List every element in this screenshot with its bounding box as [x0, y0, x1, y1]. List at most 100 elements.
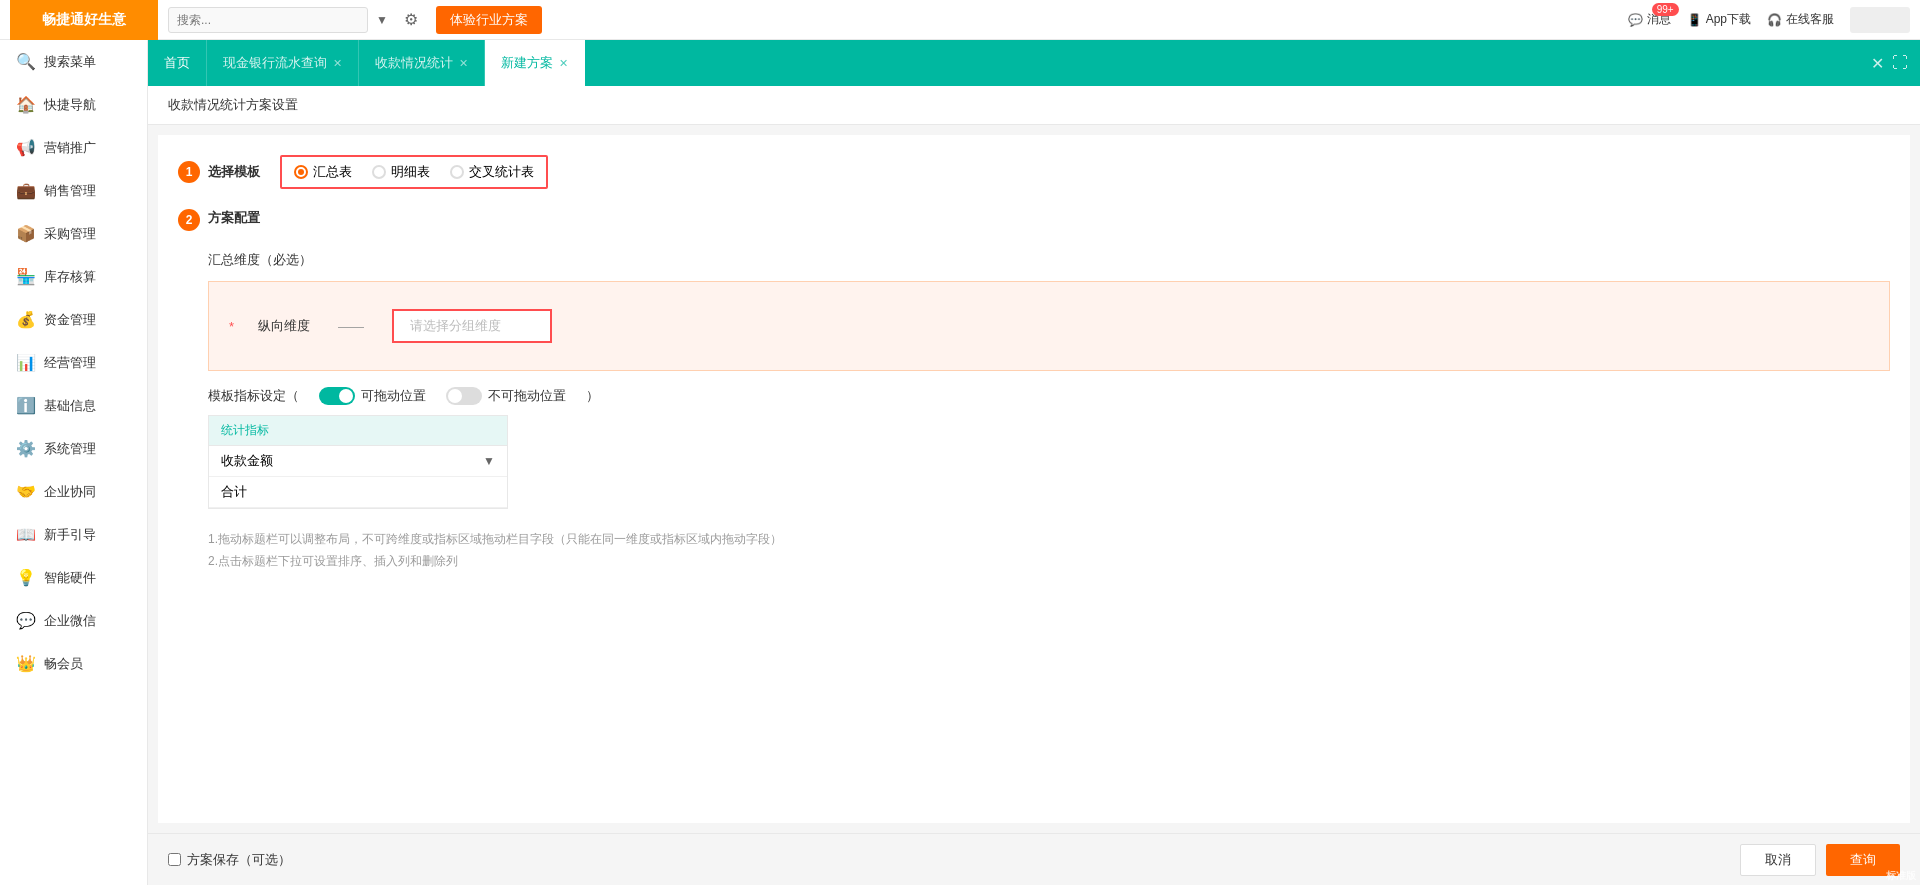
- page-title: 收款情况统计方案设置: [168, 97, 298, 112]
- step2-row: 2 方案配置: [178, 209, 1890, 231]
- tab-close-bank-flow[interactable]: ✕: [333, 57, 342, 70]
- bottom-bar: 方案保存（可选） 取消 查询: [148, 833, 1920, 885]
- step2-content: 汇总维度（必选） * 纵向维度 —— 请选择分组维度 模板指标设定（: [208, 251, 1890, 572]
- save-plan-checkbox-label[interactable]: 方案保存（可选）: [168, 851, 291, 869]
- dimension-section-title: 汇总维度（必选）: [208, 251, 1890, 269]
- sidebar-item-management[interactable]: 📊 经营管理: [0, 341, 147, 384]
- hardware-icon: 💡: [16, 568, 36, 587]
- required-star: *: [229, 319, 234, 334]
- service-item[interactable]: 🎧 在线客服: [1767, 11, 1834, 28]
- marketing-icon: 📢: [16, 138, 36, 157]
- draggable-pill[interactable]: [319, 387, 355, 405]
- tab-close-collection-stats[interactable]: ✕: [459, 57, 468, 70]
- enterprise-icon: 🤝: [16, 482, 36, 501]
- step2-label: 方案配置: [208, 209, 260, 227]
- table-row: 合计: [209, 477, 507, 508]
- sidebar-item-sales[interactable]: 💼 销售管理: [0, 169, 147, 212]
- basic-icon: ℹ️: [16, 396, 36, 415]
- search-icon: 🔍: [16, 52, 36, 71]
- arrow-right-icon: ——: [338, 319, 364, 334]
- industry-btn[interactable]: 体验行业方案: [436, 6, 542, 34]
- cancel-button[interactable]: 取消: [1740, 844, 1816, 876]
- tab-collection-stats[interactable]: 收款情况统计 ✕: [359, 40, 485, 86]
- content-area: 首页 现金银行流水查询 ✕ 收款情况统计 ✕ 新建方案 ✕ ✕ ⛶ 收款情况统计…: [148, 40, 1920, 885]
- search-dropdown-icon[interactable]: ▼: [376, 13, 388, 27]
- message-icon: 💬: [1628, 13, 1643, 27]
- metric-name-0: 收款金额: [221, 452, 483, 470]
- sidebar-item-wechat[interactable]: 💬 企业微信: [0, 599, 147, 642]
- sidebar-item-inventory[interactable]: 🏪 库存核算: [0, 255, 147, 298]
- tips-section: 1.拖动标题栏可以调整布局，不可跨维度或指标区域拖动栏目字段（只能在同一维度或指…: [208, 529, 1890, 572]
- member-icon: 👑: [16, 654, 36, 673]
- vertical-dimension-label: 纵向维度: [258, 317, 310, 335]
- sidebar-item-search[interactable]: 🔍 搜索菜单: [0, 40, 147, 83]
- tab-bank-flow[interactable]: 现金银行流水查询 ✕: [207, 40, 359, 86]
- save-plan-checkbox[interactable]: [168, 853, 181, 866]
- main-layout: 🔍 搜索菜单 🏠 快捷导航 📢 营销推广 💼 销售管理 📦 采购管理 🏪 库存核…: [0, 40, 1920, 885]
- inventory-icon: 🏪: [16, 267, 36, 286]
- tab-bar: 首页 现金银行流水查询 ✕ 收款情况统计 ✕ 新建方案 ✕ ✕ ⛶: [148, 40, 1920, 86]
- sidebar: 🔍 搜索菜单 🏠 快捷导航 📢 营销推广 💼 销售管理 📦 采购管理 🏪 库存核…: [0, 40, 148, 885]
- non-draggable-pill[interactable]: [446, 387, 482, 405]
- radio-detail[interactable]: 明细表: [372, 163, 430, 181]
- notification-item[interactable]: 💬 消息 99+: [1628, 11, 1671, 28]
- system-icon: ⚙️: [16, 439, 36, 458]
- metrics-table: 统计指标 收款金额 ▼ 合计: [208, 415, 508, 509]
- sidebar-item-marketing[interactable]: 📢 营销推广: [0, 126, 147, 169]
- sidebar-item-system[interactable]: ⚙️ 系统管理: [0, 427, 147, 470]
- table-row[interactable]: 收款金额 ▼: [209, 446, 507, 477]
- non-draggable-label: 不可拖动位置: [488, 387, 566, 405]
- service-icon: 🎧: [1767, 13, 1782, 27]
- maximize-window-icon[interactable]: ⛶: [1892, 54, 1908, 72]
- sidebar-item-hardware[interactable]: 💡 智能硬件: [0, 556, 147, 599]
- tab-close-new-plan[interactable]: ✕: [559, 57, 568, 70]
- home-icon: 🏠: [16, 95, 36, 114]
- step1-badge: 1: [178, 161, 200, 183]
- close-window-icon[interactable]: ✕: [1871, 54, 1884, 73]
- download-item[interactable]: 📱 App下载: [1687, 11, 1751, 28]
- tab-home[interactable]: 首页: [148, 40, 207, 86]
- form-section: 1 选择模板 汇总表 明细表: [158, 135, 1910, 823]
- step2-badge: 2: [178, 209, 200, 231]
- sidebar-item-home[interactable]: 🏠 快捷导航: [0, 83, 147, 126]
- bottom-actions: 取消 查询: [1740, 844, 1900, 876]
- page-content: 收款情况统计方案设置 1 选择模板 汇总表: [148, 86, 1920, 885]
- radio-summary[interactable]: 汇总表: [294, 163, 352, 181]
- tab-new-plan[interactable]: 新建方案 ✕: [485, 40, 585, 86]
- non-draggable-toggle[interactable]: 不可拖动位置: [446, 387, 566, 405]
- sidebar-item-member[interactable]: 👑 畅会员: [0, 642, 147, 685]
- template-radio-group: 汇总表 明细表 交叉统计表: [280, 155, 548, 189]
- radio-cross-circle: [450, 165, 464, 179]
- finance-icon: 💰: [16, 310, 36, 329]
- sidebar-item-enterprise[interactable]: 🤝 企业协同: [0, 470, 147, 513]
- dimension-select[interactable]: 请选择分组维度: [392, 309, 552, 343]
- metric-dropdown-0[interactable]: ▼: [483, 454, 495, 468]
- purchase-icon: 📦: [16, 224, 36, 243]
- sidebar-item-purchase[interactable]: 📦 采购管理: [0, 212, 147, 255]
- page-header: 收款情况统计方案设置: [148, 86, 1920, 125]
- user-avatar[interactable]: [1850, 7, 1910, 33]
- app-logo: 畅捷通好生意 标准版: [10, 0, 158, 40]
- sidebar-item-basic[interactable]: ℹ️ 基础信息: [0, 384, 147, 427]
- wechat-icon: 💬: [16, 611, 36, 630]
- sidebar-item-guide[interactable]: 📖 新手引导: [0, 513, 147, 556]
- metric-name-1: 合计: [221, 483, 495, 501]
- tip-2: 2.点击标题栏下拉可设置排序、插入列和删除列: [208, 551, 1890, 573]
- top-bar: 畅捷通好生意 标准版 ▼ ⚙ 体验行业方案 💬 消息 99+ 📱 App下载 🎧…: [0, 0, 1920, 40]
- top-search-area: ▼ ⚙ 体验行业方案: [168, 6, 1628, 34]
- sales-icon: 💼: [16, 181, 36, 200]
- sidebar-item-finance[interactable]: 💰 资金管理: [0, 298, 147, 341]
- settings-icon[interactable]: ⚙: [404, 10, 418, 29]
- step1-row: 1 选择模板 汇总表 明细表: [178, 155, 1890, 189]
- guide-icon: 📖: [16, 525, 36, 544]
- radio-detail-circle: [372, 165, 386, 179]
- search-input[interactable]: [168, 7, 368, 33]
- metrics-header: 模板指标设定（ 可拖动位置 不可拖动位置: [208, 387, 1890, 405]
- radio-summary-circle: [294, 165, 308, 179]
- radio-cross[interactable]: 交叉统计表: [450, 163, 534, 181]
- draggable-toggle[interactable]: 可拖动位置: [319, 387, 426, 405]
- metrics-table-header: 统计指标: [209, 416, 507, 446]
- metrics-title: 模板指标设定（: [208, 387, 299, 405]
- tab-bar-actions: ✕ ⛶: [1871, 54, 1920, 73]
- top-bar-right: 💬 消息 99+ 📱 App下载 🎧 在线客服: [1628, 7, 1910, 33]
